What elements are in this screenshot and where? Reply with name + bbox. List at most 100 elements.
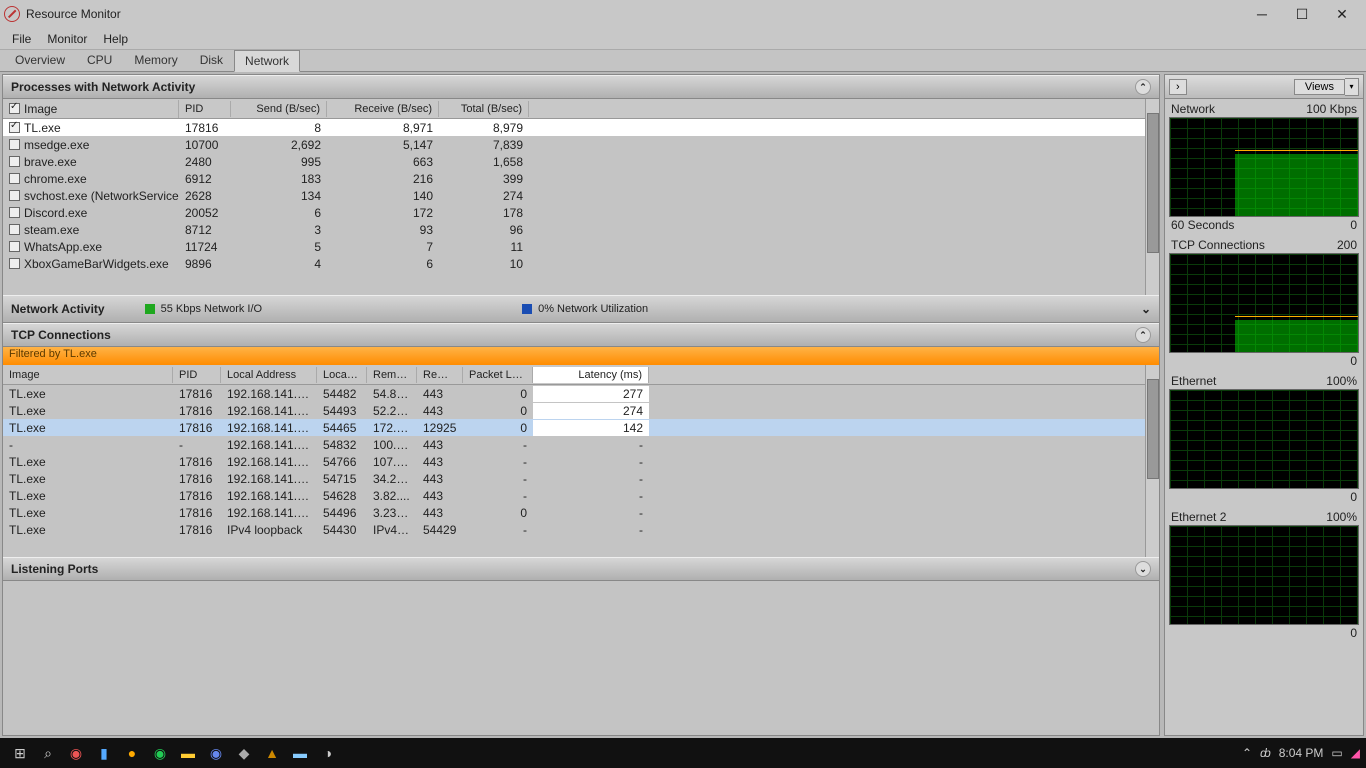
table-row[interactable]: chrome.exe6912183216399: [3, 170, 1159, 187]
network-activity-header[interactable]: Network Activity 55 Kbps Network I/O 0% …: [3, 295, 1159, 323]
tray-icon[interactable]: ȸ: [1260, 746, 1271, 760]
table-row[interactable]: TL.exe17816192.168.141.1895471534.23...4…: [3, 470, 1159, 487]
processes-header[interactable]: Processes with Network Activity ⌃: [3, 75, 1159, 99]
taskbar-app-3[interactable]: ●: [118, 739, 146, 767]
graph-block: Ethernet100%0: [1165, 371, 1363, 507]
start-button[interactable]: ⊞: [6, 739, 34, 767]
table-row[interactable]: --192.168.141.18954832100.2...443--: [3, 436, 1159, 453]
window-controls: ─ ☐ ✕: [1242, 2, 1362, 26]
views-dropdown-icon[interactable]: ▾: [1345, 78, 1359, 96]
title-bar: Resource Monitor ─ ☐ ✕: [0, 0, 1366, 28]
col-latency[interactable]: Latency (ms): [533, 367, 649, 383]
scrollbar[interactable]: [1145, 365, 1159, 557]
table-row[interactable]: msedge.exe107002,6925,1477,839: [3, 136, 1159, 153]
graph-controls: › Views ▾: [1165, 75, 1363, 99]
taskbar-app-2[interactable]: ▮: [90, 739, 118, 767]
taskbar-app-9[interactable]: ▬: [286, 739, 314, 767]
processes-table-head: Image PID Send (B/sec) Receive (B/sec) T…: [3, 99, 1159, 119]
graph-footer-right: 0: [1350, 354, 1357, 368]
table-row[interactable]: TL.exe17816192.168.141.189546283.82....4…: [3, 487, 1159, 504]
col-image[interactable]: Image: [3, 367, 173, 383]
row-checkbox[interactable]: [9, 139, 20, 150]
views-button[interactable]: Views: [1294, 79, 1345, 95]
col-local-port[interactable]: Local ...: [317, 367, 367, 383]
menu-help[interactable]: Help: [95, 29, 136, 49]
taskbar-app-6[interactable]: ◉: [202, 739, 230, 767]
col-packet-loss[interactable]: Packet Los...: [463, 367, 533, 383]
window-title: Resource Monitor: [26, 7, 121, 21]
menu-file[interactable]: File: [4, 29, 39, 49]
taskbar-app-5[interactable]: ▬: [174, 739, 202, 767]
col-pid[interactable]: PID: [179, 101, 231, 117]
listening-header[interactable]: Listening Ports ⌄: [3, 557, 1159, 581]
expand-icon[interactable]: ⌄: [1135, 561, 1151, 577]
graph-nav-button[interactable]: ›: [1169, 79, 1187, 95]
col-total[interactable]: Total (B/sec): [439, 101, 529, 117]
col-remote-address[interactable]: Remo...: [367, 367, 417, 383]
graph-scale: 200: [1337, 238, 1357, 252]
tab-overview[interactable]: Overview: [4, 49, 76, 71]
table-row[interactable]: Discord.exe200526172178: [3, 204, 1159, 221]
taskbar-app-1[interactable]: ◉: [62, 739, 90, 767]
taskbar-app-10[interactable]: ◑: [314, 739, 342, 767]
row-checkbox[interactable]: [9, 173, 20, 184]
table-row[interactable]: TL.exe1781688,9718,979: [3, 119, 1159, 136]
tab-cpu[interactable]: CPU: [76, 49, 123, 71]
table-row[interactable]: XboxGameBarWidgets.exe98964610: [3, 255, 1159, 272]
col-send[interactable]: Send (B/sec): [231, 101, 327, 117]
table-row[interactable]: TL.exe17816192.168.141.1895448254.86...4…: [3, 385, 1159, 402]
row-checkbox[interactable]: [9, 122, 20, 133]
row-checkbox[interactable]: [9, 190, 20, 201]
tab-memory[interactable]: Memory: [123, 49, 188, 71]
tray-app-icon[interactable]: ◢: [1351, 746, 1360, 760]
row-checkbox[interactable]: [9, 241, 20, 252]
col-receive[interactable]: Receive (B/sec): [327, 101, 439, 117]
tcp-table-head: Image PID Local Address Local ... Remo..…: [3, 365, 1159, 385]
table-row[interactable]: TL.exe17816192.168.141.189544963.233...4…: [3, 504, 1159, 521]
col-pid[interactable]: PID: [173, 367, 221, 383]
scrollbar[interactable]: [1145, 99, 1159, 295]
col-remote-port[interactable]: Remo...: [417, 367, 463, 383]
table-row[interactable]: WhatsApp.exe117245711: [3, 238, 1159, 255]
tab-network[interactable]: Network: [234, 50, 300, 72]
expand-icon[interactable]: ⌄: [1141, 302, 1151, 316]
tray-chevron-icon[interactable]: ⌃: [1242, 746, 1252, 760]
header-checkbox[interactable]: [9, 103, 20, 114]
net-activity-title: Network Activity: [11, 302, 105, 316]
col-local-address[interactable]: Local Address: [221, 367, 317, 383]
close-button[interactable]: ✕: [1322, 2, 1362, 26]
table-row[interactable]: TL.exe17816IPv4 loopback54430IPv4 l...54…: [3, 521, 1159, 538]
minimize-button[interactable]: ─: [1242, 2, 1282, 26]
taskbar-app-7[interactable]: ◆: [230, 739, 258, 767]
graph-footer-right: 0: [1350, 626, 1357, 640]
row-checkbox[interactable]: [9, 156, 20, 167]
row-checkbox[interactable]: [9, 224, 20, 235]
graph-scale: 100 Kbps: [1306, 102, 1357, 116]
tab-disk[interactable]: Disk: [189, 49, 234, 71]
col-image[interactable]: Image: [24, 102, 57, 116]
collapse-icon[interactable]: ⌃: [1135, 79, 1151, 95]
action-center-icon[interactable]: ▭: [1331, 746, 1342, 760]
tcp-header[interactable]: TCP Connections ⌃: [3, 323, 1159, 347]
menu-monitor[interactable]: Monitor: [39, 29, 95, 49]
row-checkbox[interactable]: [9, 258, 20, 269]
table-row[interactable]: steam.exe871239396: [3, 221, 1159, 238]
taskbar-app-8[interactable]: ▲: [258, 739, 286, 767]
collapse-icon[interactable]: ⌃: [1135, 327, 1151, 343]
tcp-title: TCP Connections: [11, 328, 111, 342]
maximize-button[interactable]: ☐: [1282, 2, 1322, 26]
table-row[interactable]: TL.exe17816192.168.141.18954766107.2...4…: [3, 453, 1159, 470]
util-indicator-icon: [522, 304, 532, 314]
io-indicator-icon: [145, 304, 155, 314]
system-tray: ⌃ ȸ 8:04 PM ▭ ◢: [1242, 746, 1360, 760]
clock[interactable]: 8:04 PM: [1279, 746, 1324, 760]
search-icon[interactable]: ⌕: [34, 739, 62, 767]
row-checkbox[interactable]: [9, 207, 20, 218]
graph-canvas: [1169, 117, 1359, 217]
table-row[interactable]: brave.exe24809956631,658: [3, 153, 1159, 170]
taskbar-app-4[interactable]: ◉: [146, 739, 174, 767]
table-row[interactable]: svchost.exe (NetworkService...2628134140…: [3, 187, 1159, 204]
io-label: 55 Kbps Network I/O: [161, 303, 263, 315]
table-row[interactable]: TL.exe17816192.168.141.18954465172.6...1…: [3, 419, 1159, 436]
table-row[interactable]: TL.exe17816192.168.141.1895449352.21...4…: [3, 402, 1159, 419]
